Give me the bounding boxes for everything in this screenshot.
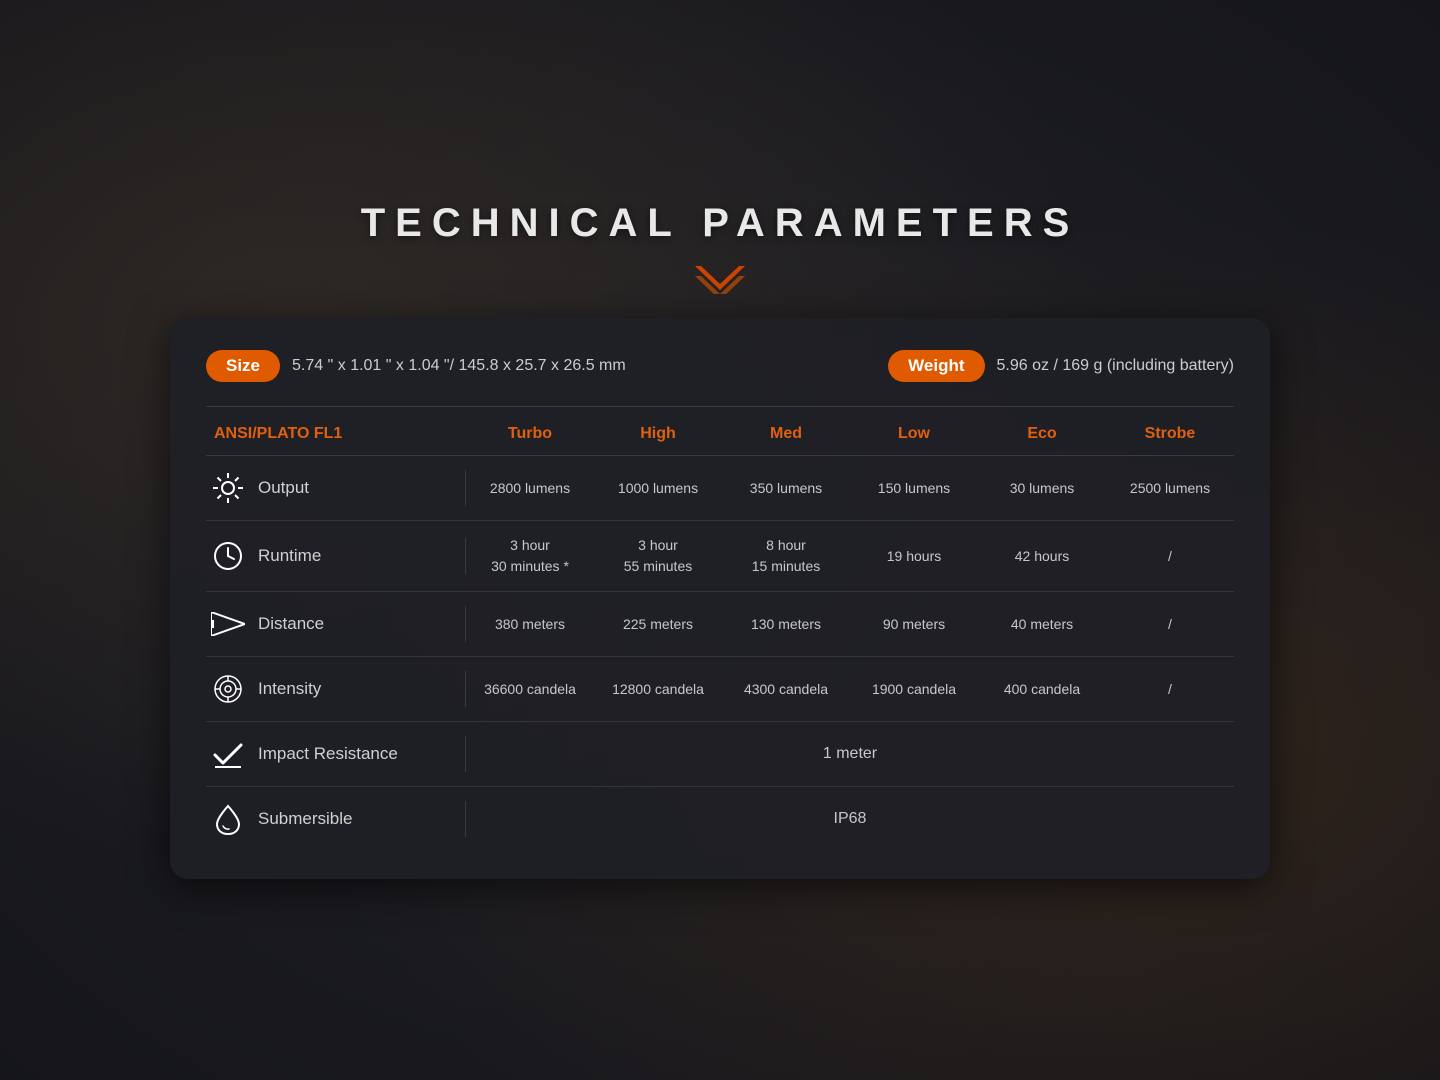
submersible-icon (210, 801, 246, 837)
runtime-turbo: 3 hour30 minutes * (466, 535, 594, 577)
distance-label-cell: Distance (206, 606, 466, 642)
distance-eco: 40 meters (978, 614, 1106, 635)
intensity-icon (210, 671, 246, 707)
runtime-eco: 42 hours (978, 546, 1106, 567)
weight-badge: Weight (888, 350, 984, 382)
intensity-eco: 400 candela (978, 679, 1106, 700)
header-col-0: ANSI/PLATO FL1 (206, 425, 466, 443)
runtime-icon (210, 538, 246, 574)
size-value: 5.74 " x 1.01 " x 1.04 "/ 145.8 x 25.7 x… (292, 357, 626, 375)
specs-table: ANSI/PLATO FL1 Turbo High Med Low Eco St… (206, 407, 1234, 851)
output-high: 1000 lumens (594, 478, 722, 499)
runtime-low: 19 hours (850, 546, 978, 567)
output-label: Output (258, 478, 309, 498)
main-container: TECHNICAL PARAMETERS Size 5.74 " x 1.01 … (170, 201, 1270, 879)
size-weight-row: Size 5.74 " x 1.01 " x 1.04 "/ 145.8 x 2… (206, 350, 1234, 407)
submersible-label-cell: Submersible (206, 801, 466, 837)
runtime-label: Runtime (258, 546, 321, 566)
runtime-high: 3 hour55 minutes (594, 535, 722, 577)
size-group: Size 5.74 " x 1.01 " x 1.04 "/ 145.8 x 2… (206, 350, 626, 382)
output-med: 350 lumens (722, 478, 850, 499)
header-col-strobe: Strobe (1106, 425, 1234, 443)
size-badge: Size (206, 350, 280, 382)
intensity-label-cell: Intensity (206, 671, 466, 707)
output-strobe: 2500 lumens (1106, 478, 1234, 499)
distance-label: Distance (258, 614, 324, 634)
distance-strobe: / (1106, 614, 1234, 635)
output-turbo: 2800 lumens (466, 478, 594, 499)
output-eco: 30 lumens (978, 478, 1106, 499)
output-low: 150 lumens (850, 478, 978, 499)
chevron-icon (695, 264, 745, 294)
table-row-runtime: Runtime 3 hour30 minutes * 3 hour55 minu… (206, 521, 1234, 592)
distance-icon (210, 606, 246, 642)
runtime-label-cell: Runtime (206, 538, 466, 574)
table-header-row: ANSI/PLATO FL1 Turbo High Med Low Eco St… (206, 407, 1234, 456)
table-row-distance: Distance 380 meters 225 meters 130 meter… (206, 592, 1234, 657)
header-col-high: High (594, 425, 722, 443)
distance-med: 130 meters (722, 614, 850, 635)
submersible-value: IP68 (466, 807, 1234, 831)
header-col-med: Med (722, 425, 850, 443)
output-label-cell: Output (206, 470, 466, 506)
runtime-strobe: / (1106, 546, 1234, 567)
intensity-med: 4300 candela (722, 679, 850, 700)
impact-label: Impact Resistance (258, 744, 398, 764)
impact-value: 1 meter (466, 742, 1234, 766)
weight-group: Weight 5.96 oz / 169 g (including batter… (888, 350, 1234, 382)
submersible-label: Submersible (258, 809, 353, 829)
table-row-submersible: Submersible IP68 (206, 787, 1234, 851)
intensity-strobe: / (1106, 679, 1234, 700)
technical-panel: Size 5.74 " x 1.01 " x 1.04 "/ 145.8 x 2… (170, 318, 1270, 879)
table-row-output: Output 2800 lumens 1000 lumens 350 lumen… (206, 456, 1234, 521)
output-icon (210, 470, 246, 506)
intensity-label: Intensity (258, 679, 321, 699)
distance-turbo: 380 meters (466, 614, 594, 635)
distance-high: 225 meters (594, 614, 722, 635)
impact-icon (210, 736, 246, 772)
runtime-med: 8 hour15 minutes (722, 535, 850, 577)
intensity-low: 1900 candela (850, 679, 978, 700)
page-title: TECHNICAL PARAMETERS (361, 201, 1080, 246)
intensity-turbo: 36600 candela (466, 679, 594, 700)
impact-label-cell: Impact Resistance (206, 736, 466, 772)
intensity-high: 12800 candela (594, 679, 722, 700)
distance-low: 90 meters (850, 614, 978, 635)
header-col-turbo: Turbo (466, 425, 594, 443)
header-col-eco: Eco (978, 425, 1106, 443)
table-row-impact: Impact Resistance 1 meter (206, 722, 1234, 787)
table-row-intensity: Intensity 36600 candela 12800 candela 43… (206, 657, 1234, 722)
header-col-low: Low (850, 425, 978, 443)
weight-value: 5.96 oz / 169 g (including battery) (997, 357, 1234, 375)
